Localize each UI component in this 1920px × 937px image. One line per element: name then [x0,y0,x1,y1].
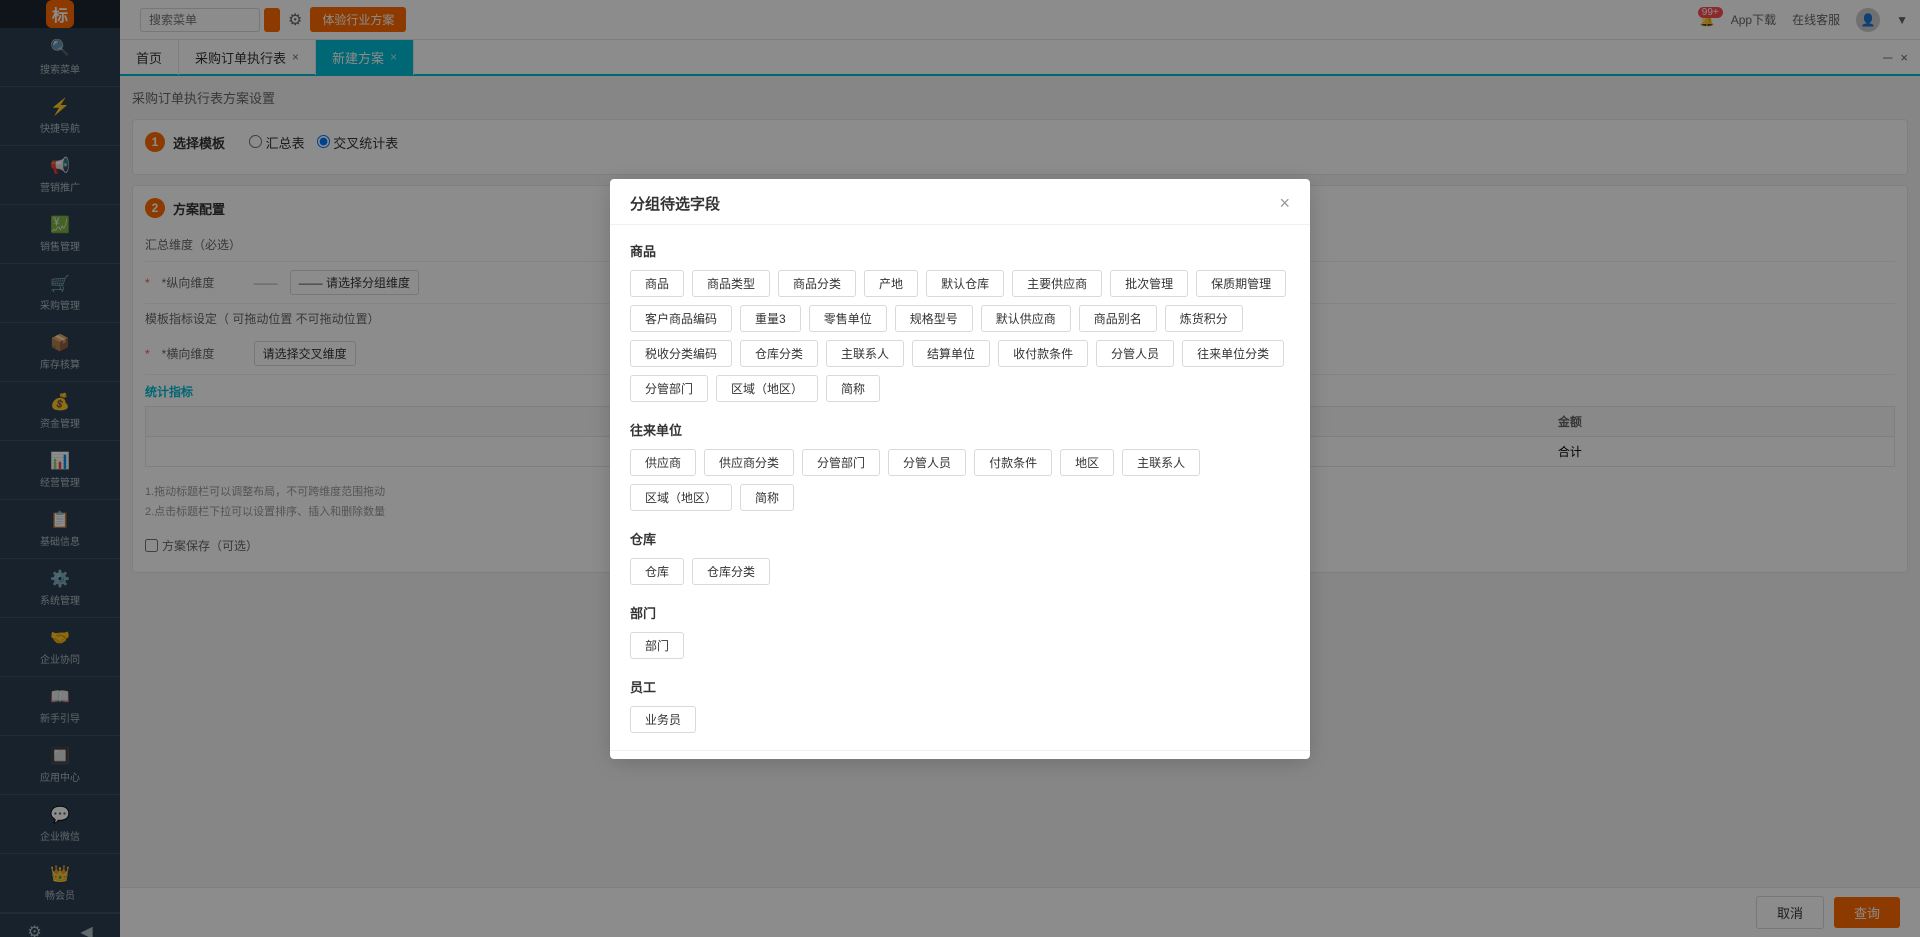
field-tags-employee: 业务员 [630,706,1290,733]
modal-body: 商品商品商品类型商品分类产地默认仓库主要供应商批次管理保质期管理客户商品编码重量… [610,225,1310,751]
modal-horizontal-scrollbar[interactable] [610,750,1310,758]
field-tag-product-8[interactable]: 客户商品编码 [630,305,732,332]
field-tag-product-16[interactable]: 仓库分类 [740,340,818,367]
field-tag-product-0[interactable]: 商品 [630,270,684,297]
field-section-partner: 往来单位供应商供应商分类分管部门分管人员付款条件地区主联系人区域（地区） 简称 [630,420,1290,511]
field-tag-product-12[interactable]: 默认供应商 [981,305,1071,332]
field-tags-partner: 供应商供应商分类分管部门分管人员付款条件地区主联系人区域（地区） 简称 [630,449,1290,511]
field-section-title-product: 商品 [630,241,1290,260]
field-tag-product-11[interactable]: 规格型号 [895,305,973,332]
modal-title: 分组待选字段 [630,193,720,214]
field-tag-product-19[interactable]: 收付款条件 [998,340,1088,367]
field-section-title-partner: 往来单位 [630,420,1290,439]
field-section-title-department: 部门 [630,603,1290,622]
field-section-department: 部门部门 [630,603,1290,659]
field-section-title-employee: 员工 [630,677,1290,696]
field-tag-partner-0[interactable]: 供应商 [630,449,696,476]
field-section-warehouse: 仓库仓库仓库分类 [630,529,1290,585]
field-tag-product-23[interactable]: 区域（地区） [716,375,818,402]
field-tag-warehouse-1[interactable]: 仓库分类 [692,558,770,585]
field-tag-partner-6[interactable]: 主联系人 [1122,449,1200,476]
field-tag-partner-8[interactable]: 简称 [740,484,794,511]
field-tag-product-4[interactable]: 默认仓库 [926,270,1004,297]
field-tag-department-0[interactable]: 部门 [630,632,684,659]
field-tag-partner-5[interactable]: 地区 [1060,449,1114,476]
field-tag-product-15[interactable]: 税收分类编码 [630,340,732,367]
field-tag-product-21[interactable]: 往来单位分类 [1182,340,1284,367]
field-tag-product-18[interactable]: 结算单位 [912,340,990,367]
field-tag-product-2[interactable]: 商品分类 [778,270,856,297]
field-tag-product-3[interactable]: 产地 [864,270,918,297]
field-tag-partner-1[interactable]: 供应商分类 [704,449,794,476]
modal-header: 分组待选字段 × [610,179,1310,225]
field-tag-partner-2[interactable]: 分管部门 [802,449,880,476]
field-tag-product-17[interactable]: 主联系人 [826,340,904,367]
field-tag-employee-0[interactable]: 业务员 [630,706,696,733]
field-tag-product-1[interactable]: 商品类型 [692,270,770,297]
field-section-title-warehouse: 仓库 [630,529,1290,548]
field-tag-warehouse-0[interactable]: 仓库 [630,558,684,585]
field-tags-department: 部门 [630,632,1290,659]
field-tag-product-22[interactable]: 分管部门 [630,375,708,402]
field-tag-partner-3[interactable]: 分管人员 [888,449,966,476]
field-section-product: 商品商品商品类型商品分类产地默认仓库主要供应商批次管理保质期管理客户商品编码重量… [630,241,1290,402]
field-tag-product-20[interactable]: 分管人员 [1096,340,1174,367]
modal-close-button[interactable]: × [1279,193,1290,214]
field-tag-product-14[interactable]: 炼货积分 [1165,305,1243,332]
field-tag-product-13[interactable]: 商品别名 [1079,305,1157,332]
field-tag-product-5[interactable]: 主要供应商 [1012,270,1102,297]
field-tag-product-6[interactable]: 批次管理 [1110,270,1188,297]
field-section-employee: 员工业务员 [630,677,1290,733]
field-tag-product-24[interactable]: 简称 [826,375,880,402]
field-tag-product-10[interactable]: 零售单位 [809,305,887,332]
field-tag-partner-7[interactable]: 区域（地区） [630,484,732,511]
modal-overlay: 分组待选字段 × 商品商品商品类型商品分类产地默认仓库主要供应商批次管理保质期管… [0,0,1920,937]
field-select-modal: 分组待选字段 × 商品商品商品类型商品分类产地默认仓库主要供应商批次管理保质期管… [610,179,1310,759]
field-tag-product-9[interactable]: 重量3 [740,305,801,332]
field-tag-partner-4[interactable]: 付款条件 [974,449,1052,476]
field-tag-product-7[interactable]: 保质期管理 [1196,270,1286,297]
field-tags-warehouse: 仓库仓库分类 [630,558,1290,585]
field-tags-product: 商品商品类型商品分类产地默认仓库主要供应商批次管理保质期管理客户商品编码重量3 零… [630,270,1290,402]
